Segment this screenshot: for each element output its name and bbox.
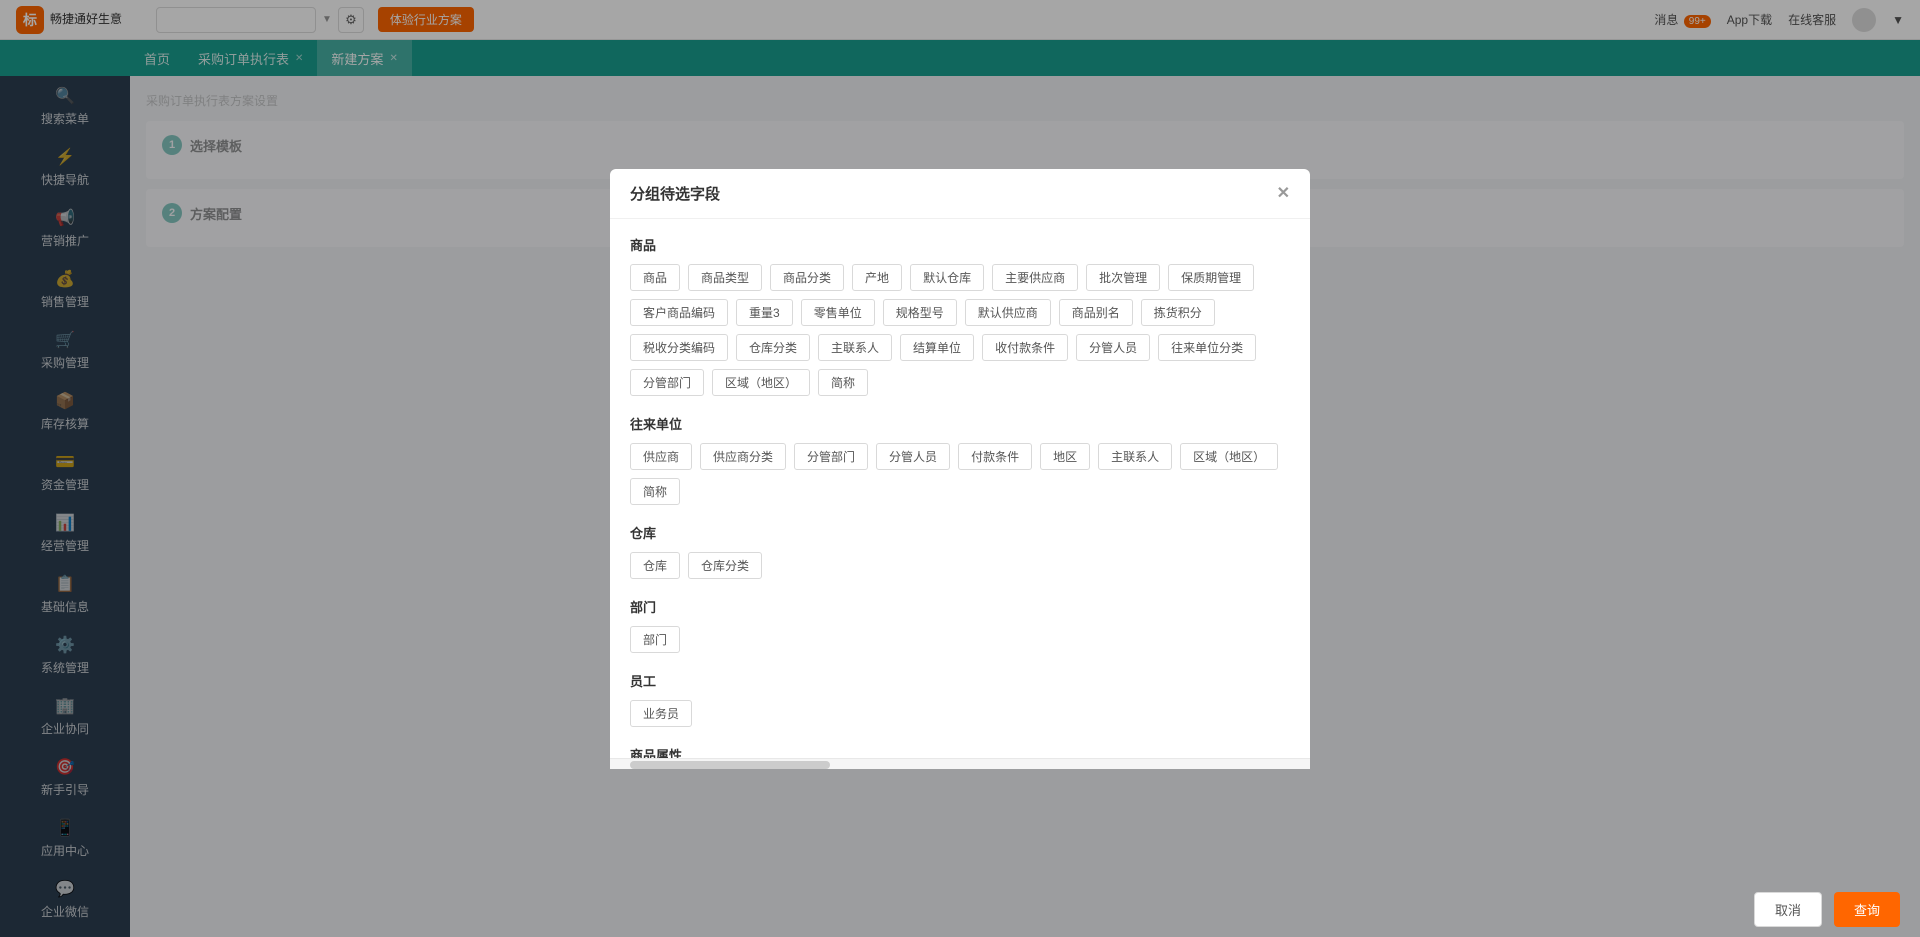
section-warehouse: 仓库 仓库 仓库分类: [630, 523, 1290, 579]
field-tag-goods-alias[interactable]: 商品别名: [1059, 299, 1133, 326]
partner-fields: 供应商 供应商分类 分管部门 分管人员 付款条件 地区 主联系人 区域（地区） …: [630, 443, 1290, 505]
field-tag-short-name-goods[interactable]: 简称: [818, 369, 868, 396]
field-tag-weight3[interactable]: 重量3: [736, 299, 793, 326]
field-tag-region-partner[interactable]: 区域（地区）: [1180, 443, 1278, 470]
field-tag-customer-code[interactable]: 客户商品编码: [630, 299, 728, 326]
field-tag-goods-type[interactable]: 商品类型: [688, 264, 762, 291]
section-goods-title: 商品: [630, 235, 1290, 254]
field-tag-partner-contact[interactable]: 主联系人: [1098, 443, 1172, 470]
field-tag-warehouse-cat[interactable]: 仓库分类: [688, 552, 762, 579]
field-tag-partner-dept[interactable]: 分管部门: [794, 443, 868, 470]
field-tag-main-contact[interactable]: 主联系人: [818, 334, 892, 361]
field-tag-warehouse[interactable]: 仓库: [630, 552, 680, 579]
section-partner: 往来单位 供应商 供应商分类 分管部门 分管人员 付款条件 地区 主联系人 区域…: [630, 414, 1290, 505]
field-tag-tax-code[interactable]: 税收分类编码: [630, 334, 728, 361]
field-tag-default-warehouse[interactable]: 默认仓库: [910, 264, 984, 291]
field-tag-batch-mgmt[interactable]: 批次管理: [1086, 264, 1160, 291]
field-tag-short-name-partner[interactable]: 简称: [630, 478, 680, 505]
field-tag-retail-unit[interactable]: 零售单位: [801, 299, 875, 326]
modal-dialog: 分组待选字段 ✕ 商品 商品 商品类型 商品分类 产地 默认仓库 主要供应商 批…: [610, 169, 1310, 769]
field-tag-pick-points[interactable]: 拣货积分: [1141, 299, 1215, 326]
employee-fields: 业务员: [630, 700, 1290, 727]
field-tag-salesperson[interactable]: 业务员: [630, 700, 692, 727]
field-tag-origin[interactable]: 产地: [852, 264, 902, 291]
section-partner-title: 往来单位: [630, 414, 1290, 433]
field-tag-supplier[interactable]: 供应商: [630, 443, 692, 470]
field-tag-partner-category[interactable]: 往来单位分类: [1158, 334, 1256, 361]
section-warehouse-title: 仓库: [630, 523, 1290, 542]
modal-body[interactable]: 商品 商品 商品类型 商品分类 产地 默认仓库 主要供应商 批次管理 保质期管理…: [610, 219, 1310, 758]
field-tag-shelf-life[interactable]: 保质期管理: [1168, 264, 1254, 291]
cancel-button[interactable]: 取消: [1754, 892, 1822, 927]
field-tag-default-supplier[interactable]: 默认供应商: [965, 299, 1051, 326]
field-tag-dept-manage[interactable]: 分管部门: [630, 369, 704, 396]
modal-horizontal-scrollbar[interactable]: [610, 758, 1310, 769]
modal-header: 分组待选字段 ✕: [610, 169, 1310, 219]
field-tag-area[interactable]: 地区: [1040, 443, 1090, 470]
field-tag-settlement-unit[interactable]: 结算单位: [900, 334, 974, 361]
section-goods: 商品 商品 商品类型 商品分类 产地 默认仓库 主要供应商 批次管理 保质期管理…: [630, 235, 1290, 396]
field-tag-region-goods[interactable]: 区域（地区）: [712, 369, 810, 396]
field-tag-payment-condition[interactable]: 付款条件: [958, 443, 1032, 470]
field-tag-main-supplier[interactable]: 主要供应商: [992, 264, 1078, 291]
bottom-action-bar: 取消 查询: [1734, 882, 1920, 937]
field-tag-partner-mgr[interactable]: 分管人员: [876, 443, 950, 470]
section-employee: 员工 业务员: [630, 671, 1290, 727]
section-department-title: 部门: [630, 597, 1290, 616]
field-tag-goods-category[interactable]: 商品分类: [770, 264, 844, 291]
department-fields: 部门: [630, 626, 1290, 653]
modal-hscroll-bar: [630, 761, 830, 769]
field-tag-payment-terms[interactable]: 收付款条件: [982, 334, 1068, 361]
field-tag-dept-manager[interactable]: 分管人员: [1076, 334, 1150, 361]
warehouse-fields: 仓库 仓库分类: [630, 552, 1290, 579]
goods-fields: 商品 商品类型 商品分类 产地 默认仓库 主要供应商 批次管理 保质期管理 客户…: [630, 264, 1290, 396]
modal-overlay: 分组待选字段 ✕ 商品 商品 商品类型 商品分类 产地 默认仓库 主要供应商 批…: [0, 0, 1920, 937]
field-tag-warehouse-category[interactable]: 仓库分类: [736, 334, 810, 361]
field-tag-department[interactable]: 部门: [630, 626, 680, 653]
field-tag-spec-model[interactable]: 规格型号: [883, 299, 957, 326]
section-department: 部门 部门: [630, 597, 1290, 653]
confirm-button[interactable]: 查询: [1834, 892, 1900, 927]
modal-close-button[interactable]: ✕: [1277, 183, 1290, 203]
section-goods-attr: 商品属性 属性 颜色 多规格 尺码 鞋码 1: [630, 745, 1290, 758]
modal-title: 分组待选字段: [630, 183, 720, 204]
field-tag-supplier-category[interactable]: 供应商分类: [700, 443, 786, 470]
section-goods-attr-title: 商品属性: [630, 745, 1290, 758]
section-employee-title: 员工: [630, 671, 1290, 690]
field-tag-goods[interactable]: 商品: [630, 264, 680, 291]
